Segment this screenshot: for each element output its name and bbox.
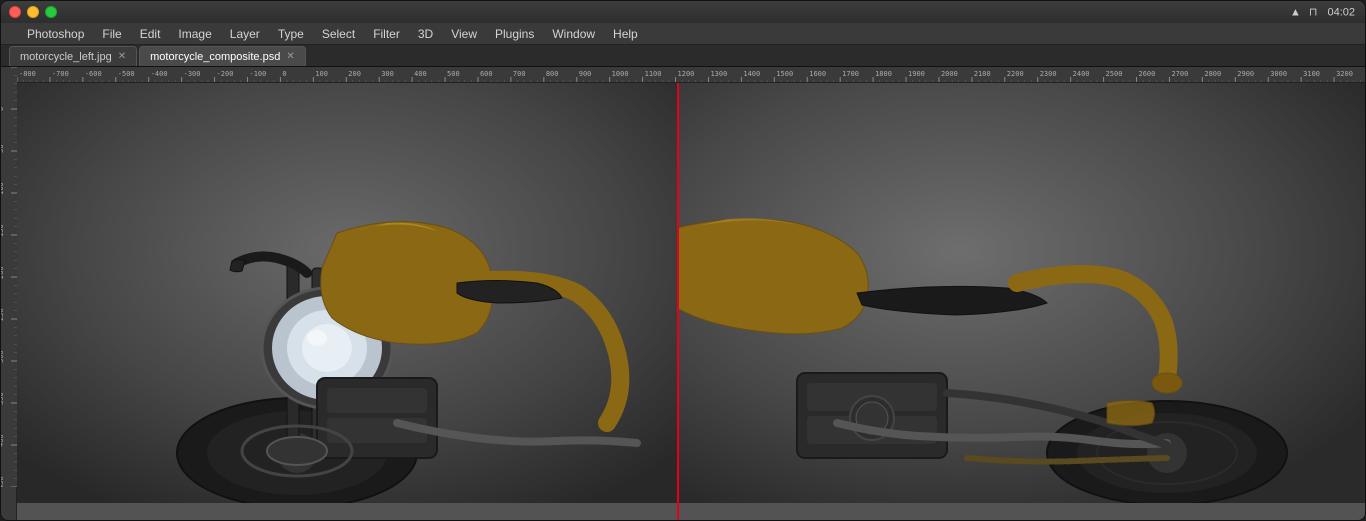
svg-text:1700: 1700 xyxy=(842,70,859,78)
svg-text:3200: 3200 xyxy=(1336,70,1353,78)
svg-text:600: 600 xyxy=(480,70,493,78)
svg-text:0: 0 xyxy=(282,70,286,78)
svg-text:450: 450 xyxy=(1,476,5,487)
titlebar: ▲ ⊓ 04:02 xyxy=(1,1,1365,23)
menu-file[interactable]: File xyxy=(94,25,129,43)
menubar: Photoshop File Edit Image Layer Type Sel… xyxy=(1,23,1365,45)
maximize-button[interactable] xyxy=(45,6,57,18)
svg-text:1200: 1200 xyxy=(678,70,695,78)
tab-1-close[interactable]: ✕ xyxy=(286,52,294,62)
svg-text:400: 400 xyxy=(1,434,5,447)
svg-text:150: 150 xyxy=(1,224,5,237)
tab-1-label: motorcycle_composite.psd xyxy=(150,51,280,63)
clock: 04:02 xyxy=(1327,6,1355,18)
main-canvas[interactable]: -800 -700 -600 -500 -400 -300 -200 -100 0 100 200 3… xyxy=(17,67,1365,520)
guide-line[interactable] xyxy=(677,83,679,520)
svg-text:800: 800 xyxy=(546,70,559,78)
svg-text:200: 200 xyxy=(1,266,5,279)
svg-text:2700: 2700 xyxy=(1171,70,1188,78)
svg-text:2900: 2900 xyxy=(1237,70,1254,78)
close-button[interactable] xyxy=(9,6,21,18)
menu-view[interactable]: View xyxy=(443,25,485,43)
svg-text:0: 0 xyxy=(1,107,5,111)
svg-text:-800: -800 xyxy=(19,70,36,78)
svg-text:2600: 2600 xyxy=(1139,70,1156,78)
menu-help[interactable]: Help xyxy=(605,25,646,43)
menu-type[interactable]: Type xyxy=(270,25,312,43)
svg-text:1500: 1500 xyxy=(776,70,793,78)
traffic-lights xyxy=(9,6,57,18)
svg-text:2100: 2100 xyxy=(974,70,991,78)
menu-layer[interactable]: Layer xyxy=(222,25,268,43)
menu-edit[interactable]: Edit xyxy=(132,25,169,43)
svg-text:3100: 3100 xyxy=(1303,70,1320,78)
svg-text:2800: 2800 xyxy=(1204,70,1221,78)
system-icons: ▲ ⊓ xyxy=(1290,6,1317,19)
minimize-button[interactable] xyxy=(27,6,39,18)
svg-text:2000: 2000 xyxy=(941,70,958,78)
tab-1[interactable]: motorcycle_composite.psd ✕ xyxy=(139,46,306,66)
svg-text:300: 300 xyxy=(381,70,394,78)
svg-text:900: 900 xyxy=(579,70,592,78)
svg-text:1300: 1300 xyxy=(710,70,727,78)
svg-text:2400: 2400 xyxy=(1073,70,1090,78)
menu-plugins[interactable]: Plugins xyxy=(487,25,542,43)
svg-text:-700: -700 xyxy=(52,70,69,78)
vertical-ruler: /* ticks rendered below */ -500501001502… xyxy=(1,67,17,520)
svg-text:-100: -100 xyxy=(249,70,266,78)
svg-text:1900: 1900 xyxy=(908,70,925,78)
canvas-left-half xyxy=(17,83,677,520)
svg-text:2300: 2300 xyxy=(1040,70,1057,78)
canvas-right-half xyxy=(677,83,1365,520)
battery-icon: ⊓ xyxy=(1309,6,1318,19)
menu-filter[interactable]: Filter xyxy=(365,25,408,43)
svg-text:-200: -200 xyxy=(217,70,234,78)
tab-0-close[interactable]: ✕ xyxy=(118,52,126,62)
tab-0-label: motorcycle_left.jpg xyxy=(20,51,112,63)
titlebar-right: ▲ ⊓ 04:02 xyxy=(1290,6,1355,19)
menu-select[interactable]: Select xyxy=(314,25,363,43)
svg-text:-50: -50 xyxy=(1,67,5,69)
svg-text:1400: 1400 xyxy=(743,70,760,78)
horizontal-ruler: -800 -700 -600 -500 -400 -300 -200 -100 0 100 200 3… xyxy=(17,67,1365,83)
tabbar: motorcycle_left.jpg ✕ motorcycle_composi… xyxy=(1,45,1365,67)
svg-text:500: 500 xyxy=(447,70,460,78)
svg-text:100: 100 xyxy=(315,70,328,78)
horizontal-ruler-svg: -800 -700 -600 -500 -400 -300 -200 -100 0 100 200 3… xyxy=(17,67,1365,83)
svg-text:400: 400 xyxy=(414,70,427,78)
svg-text:300: 300 xyxy=(1,350,5,363)
menu-image[interactable]: Image xyxy=(170,25,219,43)
svg-text:700: 700 xyxy=(513,70,526,78)
svg-text:1000: 1000 xyxy=(612,70,629,78)
menu-3d[interactable]: 3D xyxy=(410,25,441,43)
svg-text:3000: 3000 xyxy=(1270,70,1287,78)
svg-text:2500: 2500 xyxy=(1106,70,1123,78)
svg-text:350: 350 xyxy=(1,392,5,405)
app-window: ▲ ⊓ 04:02 Photoshop File Edit Image Laye… xyxy=(0,0,1366,521)
svg-text:-300: -300 xyxy=(184,70,201,78)
svg-text:50: 50 xyxy=(1,145,5,153)
svg-text:-600: -600 xyxy=(85,70,102,78)
menu-photoshop[interactable]: Photoshop xyxy=(19,25,92,43)
svg-text:100: 100 xyxy=(1,182,5,195)
menu-window[interactable]: Window xyxy=(544,25,603,43)
vertical-ruler-svg: /* ticks rendered below */ -500501001502… xyxy=(1,67,17,487)
svg-text:-400: -400 xyxy=(151,70,168,78)
tab-0[interactable]: motorcycle_left.jpg ✕ xyxy=(9,46,137,66)
wifi-icon: ▲ xyxy=(1290,6,1301,18)
svg-text:-500: -500 xyxy=(118,70,135,78)
svg-text:250: 250 xyxy=(1,308,5,321)
svg-text:200: 200 xyxy=(348,70,361,78)
svg-text:1800: 1800 xyxy=(875,70,892,78)
canvas[interactable] xyxy=(17,83,1365,520)
svg-text:1600: 1600 xyxy=(809,70,826,78)
svg-text:2200: 2200 xyxy=(1007,70,1024,78)
bg-left xyxy=(17,83,677,503)
bg-right xyxy=(677,83,1365,503)
svg-text:1100: 1100 xyxy=(645,70,662,78)
